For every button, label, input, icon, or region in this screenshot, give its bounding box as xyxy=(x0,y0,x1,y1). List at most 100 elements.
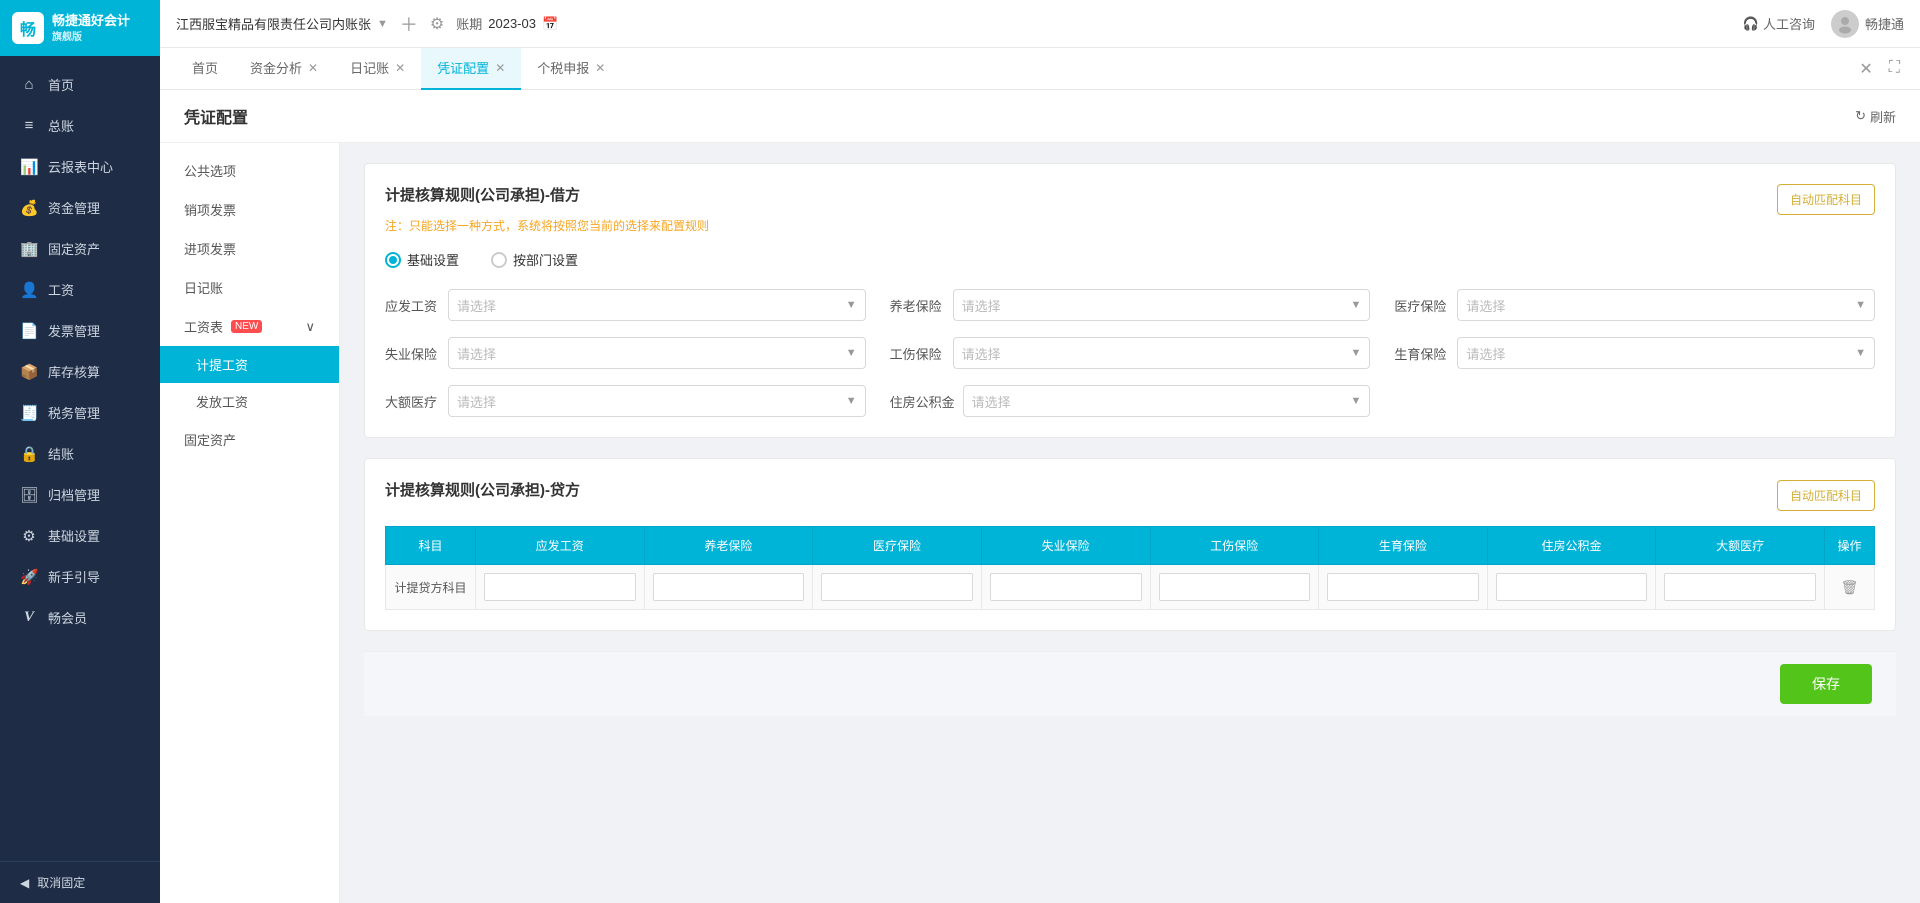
cell-housing xyxy=(1487,565,1656,610)
menu-public-label: 公共选项 xyxy=(184,161,236,180)
menu-journal-label: 日记账 xyxy=(184,278,223,297)
sidebar-item-assets[interactable]: 🏢 固定资产 xyxy=(0,228,160,269)
debit-section: 计提核算规则(公司承担)-借方 注：只能选择一种方式，系统将按照您当前的选择来配… xyxy=(364,163,1896,438)
menu-journal[interactable]: 日记账 xyxy=(160,268,339,307)
credit-section: 计提核算规则(公司承担)-贷方 自动匹配科目 科目 应发工资 养老保险 医疗保险… xyxy=(364,458,1896,631)
pension-select[interactable]: 请选择 ▼ xyxy=(953,289,1371,321)
big-medical-label: 大额医疗 xyxy=(385,392,440,411)
housing-placeholder: 请选择 xyxy=(972,392,1011,411)
menu-fixed-assets[interactable]: 固定资产 xyxy=(160,420,339,459)
save-bar: 保存 xyxy=(364,651,1896,716)
delete-row-button[interactable]: 🗑 xyxy=(1841,579,1859,595)
sidebar-item-home[interactable]: ⌂ 首页 xyxy=(0,64,160,105)
sidebar-item-close[interactable]: 🔒 结账 xyxy=(0,433,160,474)
cell-birth xyxy=(1319,565,1488,610)
row-label: 计提贷方科目 xyxy=(386,565,476,610)
cell-pension xyxy=(644,565,813,610)
debit-section-title: 计提核算规则(公司承担)-借方 xyxy=(385,184,709,205)
refresh-button[interactable]: ↻ 刷新 xyxy=(1855,107,1896,126)
topbar-right: 🎧 人工咨询 畅捷通 xyxy=(1743,10,1904,38)
menu-purchase-invoice[interactable]: 进项发票 xyxy=(160,229,339,268)
sidebar-item-label: 资金管理 xyxy=(48,198,100,217)
tab-funds[interactable]: 资金分析 ✕ xyxy=(234,48,334,90)
user-menu[interactable]: 畅捷通 xyxy=(1831,10,1904,38)
tab-home[interactable]: 首页 xyxy=(176,48,234,90)
injury-arrow: ▼ xyxy=(1350,347,1361,359)
unemployment-select[interactable]: 请选择 ▼ xyxy=(448,337,866,369)
unpin-label: 取消固定 xyxy=(37,874,85,891)
company-selector[interactable]: 江西服宝精品有限责任公司内账张 ▼ xyxy=(176,14,388,33)
birth-select[interactable]: 请选择 ▼ xyxy=(1457,337,1875,369)
menu-sales-invoice[interactable]: 销项发票 xyxy=(160,190,339,229)
tab-funds-close[interactable]: ✕ xyxy=(308,61,318,75)
calendar-icon[interactable]: 📅 xyxy=(542,16,558,32)
sidebar-item-invoices[interactable]: 📄 发票管理 xyxy=(0,310,160,351)
close-tab-button[interactable]: ✕ xyxy=(1855,55,1876,83)
sidebar-item-funds[interactable]: 💰 资金管理 xyxy=(0,187,160,228)
th-subject: 科目 xyxy=(386,527,476,565)
sidebar-item-salary[interactable]: 👤 工资 xyxy=(0,269,160,310)
tab-home-label: 首页 xyxy=(192,58,218,77)
input-medical[interactable] xyxy=(821,573,973,601)
big-medical-placeholder: 请选择 xyxy=(457,392,496,411)
topbar-settings-icon[interactable]: ⚙ xyxy=(430,14,444,34)
user-label: 畅捷通 xyxy=(1865,14,1904,33)
tab-journal-close[interactable]: ✕ xyxy=(395,61,405,75)
big-medical-arrow: ▼ xyxy=(846,395,857,407)
sidebar-item-inventory[interactable]: 📦 库存核算 xyxy=(0,351,160,392)
debit-auto-match-button[interactable]: 自动匹配科目 xyxy=(1777,184,1875,215)
expand-tab-button[interactable]: ⛶ xyxy=(1885,55,1904,83)
tab-journal[interactable]: 日记账 ✕ xyxy=(334,48,421,90)
credit-auto-match-button[interactable]: 自动匹配科目 xyxy=(1777,480,1875,511)
tab-tax-close[interactable]: ✕ xyxy=(595,61,605,75)
birth-arrow: ▼ xyxy=(1855,347,1866,359)
menu-pay-salary[interactable]: 发放工资 xyxy=(160,383,339,420)
big-medical-select[interactable]: 请选择 ▼ xyxy=(448,385,866,417)
content-layout: 公共选项 销项发票 进项发票 日记账 工资表 NEW ∨ 计提工资 xyxy=(160,143,1920,903)
sidebar-item-archive[interactable]: 🗄 归档管理 xyxy=(0,474,160,515)
radio-dept[interactable]: 按部门设置 xyxy=(491,250,578,269)
tab-tax-report[interactable]: 个税申报 ✕ xyxy=(521,48,621,90)
sidebar-unpin[interactable]: ◀ 取消固定 xyxy=(0,861,160,903)
form-item-big-medical: 大额医疗 请选择 ▼ xyxy=(385,385,866,417)
home-icon: ⌂ xyxy=(20,76,38,93)
invoices-icon: 📄 xyxy=(20,322,38,340)
input-birth[interactable] xyxy=(1327,573,1479,601)
input-housing[interactable] xyxy=(1496,573,1648,601)
tab-voucher-close[interactable]: ✕ xyxy=(495,61,505,75)
housing-arrow: ▼ xyxy=(1350,395,1361,407)
sidebar-item-label: 归档管理 xyxy=(48,485,100,504)
input-big-medical[interactable] xyxy=(1664,573,1816,601)
sidebar-item-ledger[interactable]: ≡ 总账 xyxy=(0,105,160,146)
apply-salary-label: 应发工资 xyxy=(385,296,440,315)
sidebar-item-settings[interactable]: ⚙ 基础设置 xyxy=(0,515,160,556)
input-unemployment[interactable] xyxy=(990,573,1142,601)
form-item-injury: 工伤保险 请选择 ▼ xyxy=(890,337,1371,369)
sidebar-item-tax[interactable]: 🧾 税务管理 xyxy=(0,392,160,433)
apply-salary-select[interactable]: 请选择 ▼ xyxy=(448,289,866,321)
input-apply-salary[interactable] xyxy=(484,573,636,601)
sidebar-item-label: 基础设置 xyxy=(48,526,100,545)
tab-voucher-config[interactable]: 凭证配置 ✕ xyxy=(421,48,521,90)
injury-select[interactable]: 请选择 ▼ xyxy=(953,337,1371,369)
injury-label: 工伤保险 xyxy=(890,344,945,363)
menu-calc-salary[interactable]: 计提工资 xyxy=(160,346,339,383)
save-button[interactable]: 保存 xyxy=(1780,664,1872,704)
unpin-icon: ◀ xyxy=(20,876,29,890)
sidebar-item-guide[interactable]: 🚀 新手引导 xyxy=(0,556,160,597)
sidebar-item-member[interactable]: V 畅会员 xyxy=(0,597,160,638)
menu-salary-table[interactable]: 工资表 NEW ∨ xyxy=(160,307,339,346)
housing-select[interactable]: 请选择 ▼ xyxy=(963,385,1371,417)
sidebar-item-reports[interactable]: 📊 云报表中心 xyxy=(0,146,160,187)
radio-basic-label: 基础设置 xyxy=(407,250,459,269)
archive-icon: 🗄 xyxy=(20,486,38,504)
medical-select[interactable]: 请选择 ▼ xyxy=(1457,289,1875,321)
menu-public[interactable]: 公共选项 xyxy=(160,151,339,190)
th-medical: 医疗保险 xyxy=(813,527,982,565)
add-tab-button[interactable]: ＋ xyxy=(400,11,418,37)
service-button[interactable]: 🎧 人工咨询 xyxy=(1743,14,1815,33)
radio-basic[interactable]: 基础设置 xyxy=(385,250,459,269)
input-pension[interactable] xyxy=(653,573,805,601)
input-injury[interactable] xyxy=(1159,573,1311,601)
sidebar-item-label: 税务管理 xyxy=(48,403,100,422)
